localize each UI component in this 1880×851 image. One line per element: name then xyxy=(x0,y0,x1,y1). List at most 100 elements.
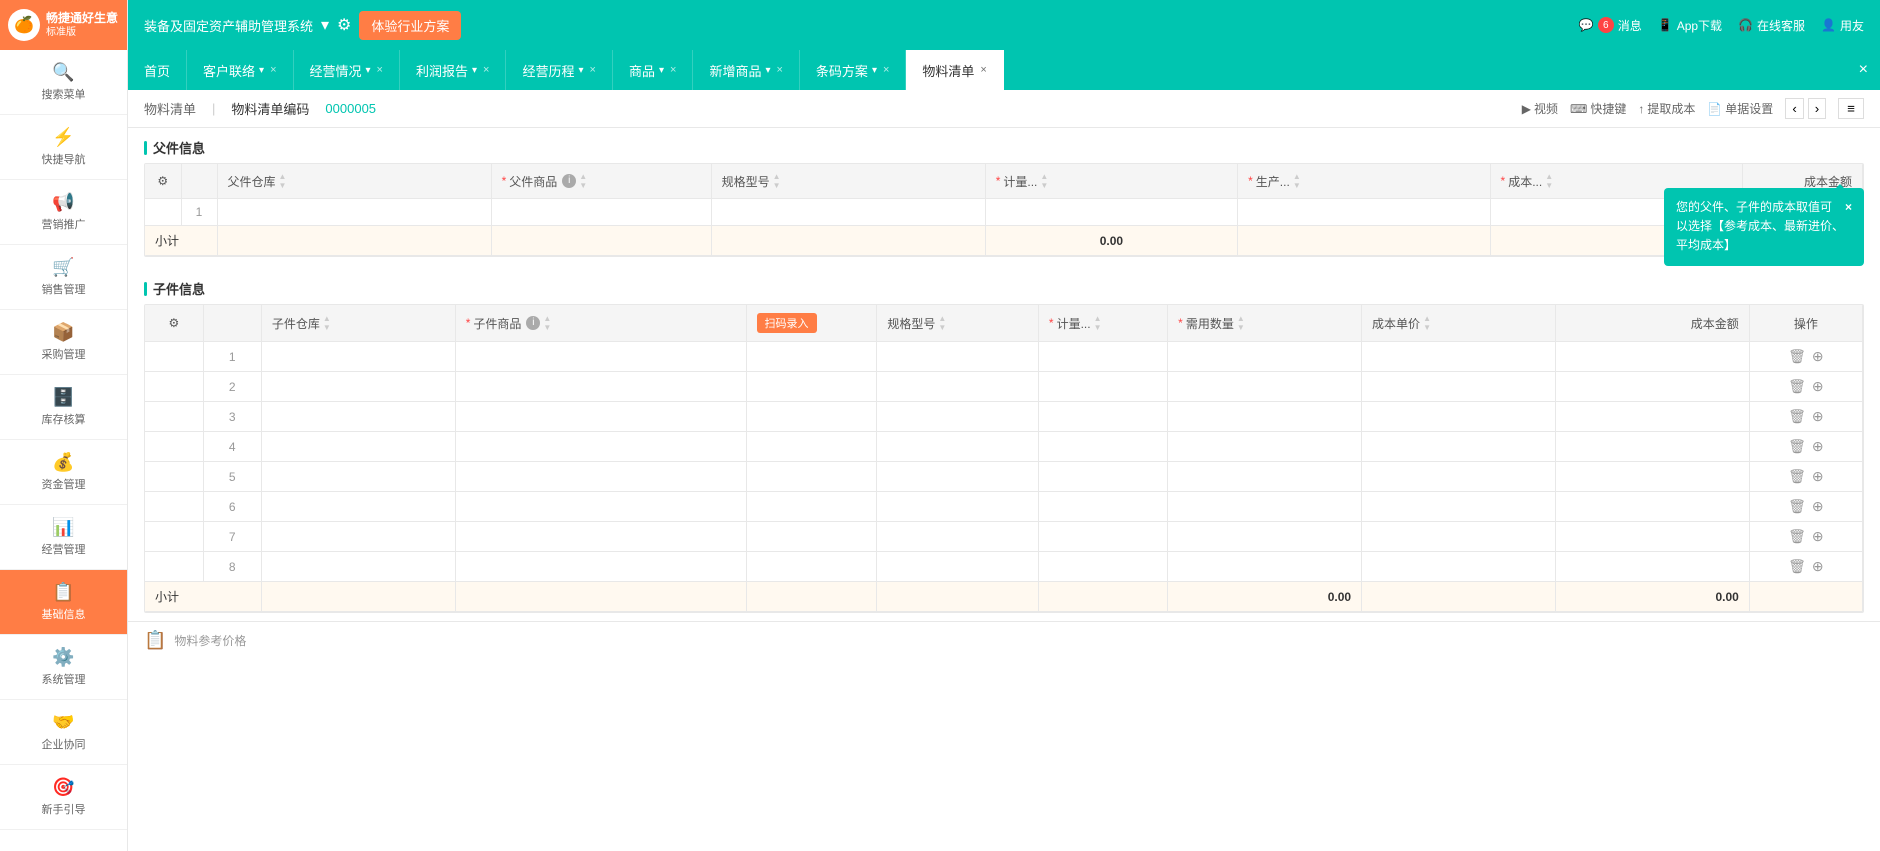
scan-input-btn[interactable]: 扫码录入 xyxy=(757,313,817,333)
tab-profit[interactable]: 利润报告 ▾ × xyxy=(400,50,506,90)
settings-btn[interactable]: ⚙ xyxy=(337,15,351,35)
child-qty-cell[interactable] xyxy=(1168,552,1362,582)
sidebar-item-search[interactable]: 🔍 搜索菜单 xyxy=(0,50,127,115)
child-qty-cell[interactable] xyxy=(1168,402,1362,432)
sidebar-item-marketing[interactable]: 📢 营销推广 xyxy=(0,180,127,245)
child-unit-cost-cell[interactable] xyxy=(1362,522,1556,552)
delete-icon[interactable]: 🗑 xyxy=(1788,438,1806,455)
delete-icon[interactable]: 🗑 xyxy=(1788,468,1806,485)
tab-bom[interactable]: 物料清单 × xyxy=(906,50,1003,90)
sidebar-item-sales[interactable]: 🛒 销售管理 xyxy=(0,245,127,310)
copy-icon[interactable]: ⊕ xyxy=(1812,408,1824,425)
child-unit-cost-cell[interactable] xyxy=(1362,462,1556,492)
view-video-action[interactable]: ▶ 视频 xyxy=(1522,100,1558,117)
next-arrow-btn[interactable]: › xyxy=(1808,98,1826,119)
delete-icon[interactable]: 🗑 xyxy=(1788,528,1806,545)
child-spec-cell[interactable] xyxy=(877,462,1039,492)
tooltip-close-btn[interactable]: × xyxy=(1845,198,1852,217)
child-qty-cell[interactable] xyxy=(1168,342,1362,372)
tab-close-icon[interactable]: × xyxy=(483,64,489,76)
shortcut-action[interactable]: ⌨ 快捷键 xyxy=(1570,100,1626,117)
child-spec-cell[interactable] xyxy=(877,402,1039,432)
child-unit-cost-cell[interactable] xyxy=(1362,432,1556,462)
tab-close-icon[interactable]: × xyxy=(670,64,676,76)
child-goods-cell[interactable] xyxy=(455,552,746,582)
tab-customer[interactable]: 客户联络 ▾ × xyxy=(187,50,293,90)
child-unit-cost-cell[interactable] xyxy=(1362,552,1556,582)
child-unit-cost-cell[interactable] xyxy=(1362,372,1556,402)
tab-close-icon[interactable]: × xyxy=(270,64,276,76)
tab-home[interactable]: 首页 xyxy=(128,50,187,90)
info-icon[interactable]: i xyxy=(526,316,540,330)
tab-close-icon[interactable]: × xyxy=(590,64,596,76)
online-service-action[interactable]: 🎧 在线客服 xyxy=(1738,17,1805,34)
copy-icon[interactable]: ⊕ xyxy=(1812,528,1824,545)
copy-icon[interactable]: ⊕ xyxy=(1812,348,1824,365)
copy-icon[interactable]: ⊕ xyxy=(1812,378,1824,395)
delete-icon[interactable]: 🗑 xyxy=(1788,378,1806,395)
child-warehouse-cell[interactable] xyxy=(261,462,455,492)
child-qty-cell[interactable] xyxy=(1168,492,1362,522)
sidebar-item-finance[interactable]: 💰 资金管理 xyxy=(0,440,127,505)
child-spec-cell[interactable] xyxy=(877,372,1039,402)
app-download-action[interactable]: 📱 App下载 xyxy=(1658,17,1722,34)
child-unit-cell[interactable] xyxy=(1038,492,1167,522)
child-goods-cell[interactable] xyxy=(455,462,746,492)
copy-icon[interactable]: ⊕ xyxy=(1812,558,1824,575)
child-warehouse-cell[interactable] xyxy=(261,402,455,432)
close-all-tabs-btn[interactable]: × xyxy=(1847,61,1880,79)
sidebar-item-purchase[interactable]: 📦 采购管理 xyxy=(0,310,127,375)
prev-arrow-btn[interactable]: ‹ xyxy=(1785,98,1803,119)
tab-operation-status[interactable]: 经营情况 ▾ × xyxy=(294,50,400,90)
parent-production-cell[interactable] xyxy=(1238,199,1490,226)
tab-close-icon[interactable]: × xyxy=(776,64,782,76)
gear-icon[interactable]: ⚙ xyxy=(157,174,168,188)
tab-close-icon[interactable]: × xyxy=(377,64,383,76)
try-industry-button[interactable]: 体验行业方案 xyxy=(359,11,461,40)
child-spec-cell[interactable] xyxy=(877,342,1039,372)
copy-icon[interactable]: ⊕ xyxy=(1812,438,1824,455)
system-dropdown-btn[interactable]: ▾ xyxy=(321,15,329,35)
child-unit-cell[interactable] xyxy=(1038,432,1167,462)
tab-close-icon[interactable]: × xyxy=(883,64,889,76)
delete-icon[interactable]: 🗑 xyxy=(1788,408,1806,425)
sidebar-item-guide[interactable]: 🎯 新手引导 xyxy=(0,765,127,830)
parent-spec-cell[interactable] xyxy=(711,199,985,226)
child-unit-cell[interactable] xyxy=(1038,552,1167,582)
child-unit-cell[interactable] xyxy=(1038,402,1167,432)
child-goods-cell[interactable] xyxy=(455,432,746,462)
child-qty-cell[interactable] xyxy=(1168,372,1362,402)
gear-icon[interactable]: ⚙ xyxy=(168,316,179,330)
info-icon[interactable]: i xyxy=(562,174,576,188)
parent-unit-cell[interactable] xyxy=(985,199,1237,226)
child-warehouse-cell[interactable] xyxy=(261,342,455,372)
child-qty-cell[interactable] xyxy=(1168,462,1362,492)
sidebar-item-inventory[interactable]: 🗄️ 库存核算 xyxy=(0,375,127,440)
copy-icon[interactable]: ⊕ xyxy=(1812,498,1824,515)
tab-barcode[interactable]: 条码方案 ▾ × xyxy=(800,50,906,90)
sidebar-item-basic[interactable]: 📋 基础信息 xyxy=(0,570,127,635)
child-warehouse-cell[interactable] xyxy=(261,552,455,582)
child-spec-cell[interactable] xyxy=(877,492,1039,522)
sidebar-item-operation[interactable]: 📊 经营管理 xyxy=(0,505,127,570)
extract-cost-action[interactable]: ↑ 提取成本 xyxy=(1638,100,1695,117)
child-spec-cell[interactable] xyxy=(877,432,1039,462)
delete-icon[interactable]: 🗑 xyxy=(1788,558,1806,575)
menu-btn[interactable]: ≡ xyxy=(1838,98,1864,119)
child-goods-cell[interactable] xyxy=(455,522,746,552)
child-warehouse-cell[interactable] xyxy=(261,372,455,402)
tab-operation-history[interactable]: 经营历程 ▾ × xyxy=(506,50,612,90)
child-unit-cell[interactable] xyxy=(1038,342,1167,372)
child-goods-cell[interactable] xyxy=(455,342,746,372)
sidebar-item-enterprise[interactable]: 🤝 企业协同 xyxy=(0,700,127,765)
child-spec-cell[interactable] xyxy=(877,552,1039,582)
copy-icon[interactable]: ⊕ xyxy=(1812,468,1824,485)
delete-icon[interactable]: 🗑 xyxy=(1788,498,1806,515)
child-goods-cell[interactable] xyxy=(455,492,746,522)
child-unit-cost-cell[interactable] xyxy=(1362,342,1556,372)
sidebar-item-system[interactable]: ⚙️ 系统管理 xyxy=(0,635,127,700)
sidebar-item-quicknav[interactable]: ⚡ 快捷导航 xyxy=(0,115,127,180)
user-action[interactable]: 👤 用友 xyxy=(1821,17,1864,34)
child-qty-cell[interactable] xyxy=(1168,522,1362,552)
delete-icon[interactable]: 🗑 xyxy=(1788,348,1806,365)
